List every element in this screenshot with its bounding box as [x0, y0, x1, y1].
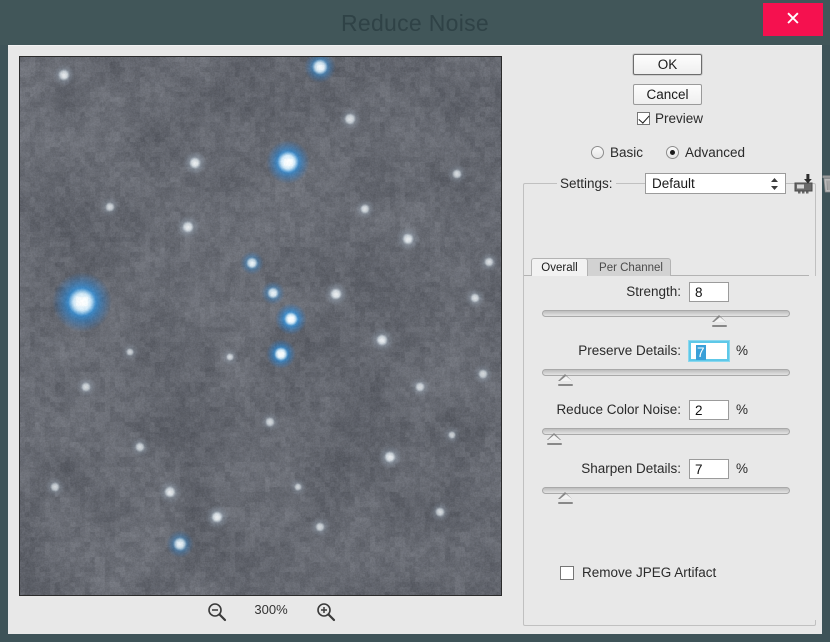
sharpen-details-slider-thumb[interactable] — [558, 492, 573, 503]
radio-advanced[interactable]: Advanced — [666, 145, 745, 160]
dialog-body: 300% OK Cancel Preview Basic — [8, 45, 822, 634]
reduce-color-noise-slider-track[interactable] — [542, 428, 790, 435]
reduce-color-noise-slider[interactable] — [542, 428, 790, 446]
reduce-color-noise-unit: % — [736, 400, 748, 420]
close-button[interactable]: ✕ — [763, 3, 823, 36]
trash-icon[interactable] — [821, 174, 830, 193]
image-preview-panel[interactable] — [19, 56, 502, 596]
remove-jpeg-artifact-checkbox[interactable] — [560, 566, 574, 580]
settings-row: Settings: Default — [524, 173, 817, 197]
save-preset-icon[interactable] — [794, 174, 816, 194]
strength-input[interactable]: 8 — [689, 282, 729, 302]
zoom-level-value: 300% — [231, 602, 311, 617]
tab-overall[interactable]: Overall — [531, 258, 588, 276]
strength-slider-thumb[interactable] — [712, 315, 727, 326]
radio-advanced-button[interactable] — [666, 146, 679, 159]
preserve-details-slider-thumb[interactable] — [558, 374, 573, 385]
sharpen-details-unit: % — [736, 459, 748, 479]
overall-tab-panel: Strength: 8 P — [531, 276, 816, 620]
reduce-color-noise-value: 2 — [695, 403, 703, 418]
sharpen-details-label: Sharpen Details: — [531, 459, 681, 479]
preserve-details-thumb-base — [558, 384, 573, 386]
preview-checkbox[interactable] — [637, 112, 650, 125]
controls-panel: OK Cancel Preview Basic Advanced Setting… — [518, 46, 822, 635]
strength-slider[interactable] — [542, 310, 790, 328]
zoom-toolbar: 300% — [19, 598, 502, 628]
remove-jpeg-artifact-label: Remove JPEG Artifact — [582, 565, 716, 580]
sharpen-details-slider[interactable] — [542, 487, 790, 505]
remove-jpeg-artifact-row[interactable]: Remove JPEG Artifact — [560, 564, 716, 584]
sharpen-details-value: 7 — [695, 462, 703, 477]
reduce-noise-dialog-window: Reduce Noise ✕ 300% — [0, 0, 830, 642]
reduce-color-noise-input[interactable]: 2 — [689, 400, 729, 420]
tab-per-channel[interactable]: Per Channel — [583, 258, 671, 276]
reduce-color-noise-label: Reduce Color Noise: — [531, 400, 681, 420]
radio-basic[interactable]: Basic — [591, 145, 643, 160]
cancel-button[interactable]: Cancel — [633, 84, 702, 105]
preserve-details-value: 7 — [696, 345, 706, 360]
strength-slider-track[interactable] — [542, 310, 790, 317]
settings-label: Settings: — [557, 176, 616, 191]
magnifier-minus-icon[interactable] — [206, 601, 228, 623]
ok-button[interactable]: OK — [633, 54, 702, 75]
radio-basic-label: Basic — [610, 145, 643, 160]
sharpen-details-thumb-base — [558, 502, 573, 504]
settings-group-box: Settings: Default — [523, 183, 816, 626]
window-title: Reduce Noise — [0, 0, 830, 45]
sharpen-details-slider-track[interactable] — [542, 487, 790, 494]
reduce-color-noise-slider-thumb[interactable] — [547, 433, 562, 444]
settings-selected-value: Default — [652, 176, 695, 191]
preview-checkbox-row[interactable]: Preview — [518, 111, 822, 133]
mode-radio-group: Basic Advanced — [518, 145, 822, 167]
sharpen-details-input[interactable]: 7 — [689, 459, 729, 479]
preserve-details-slider[interactable] — [542, 369, 790, 387]
reduce-color-noise-thumb-base — [547, 443, 562, 445]
close-icon: ✕ — [763, 3, 823, 36]
tab-strip: Per Channel Overall — [531, 258, 816, 276]
preview-checkbox-label[interactable]: Preview — [655, 111, 703, 126]
preserve-details-unit: % — [736, 341, 748, 361]
strength-label: Strength: — [531, 282, 681, 302]
preserve-details-input[interactable]: 7 — [689, 341, 729, 361]
radio-advanced-label: Advanced — [685, 145, 745, 160]
preserve-details-slider-track[interactable] — [542, 369, 790, 376]
strength-value: 8 — [695, 285, 703, 300]
radio-basic-button[interactable] — [591, 146, 604, 159]
stepper-updown-icon[interactable] — [770, 177, 779, 191]
preserve-details-label: Preserve Details: — [531, 341, 681, 361]
title-bar: Reduce Noise ✕ — [0, 0, 830, 45]
preview-image[interactable] — [20, 57, 501, 595]
strength-thumb-base — [712, 325, 727, 327]
settings-dropdown[interactable]: Default — [645, 173, 786, 194]
magnifier-plus-icon[interactable] — [315, 601, 337, 623]
